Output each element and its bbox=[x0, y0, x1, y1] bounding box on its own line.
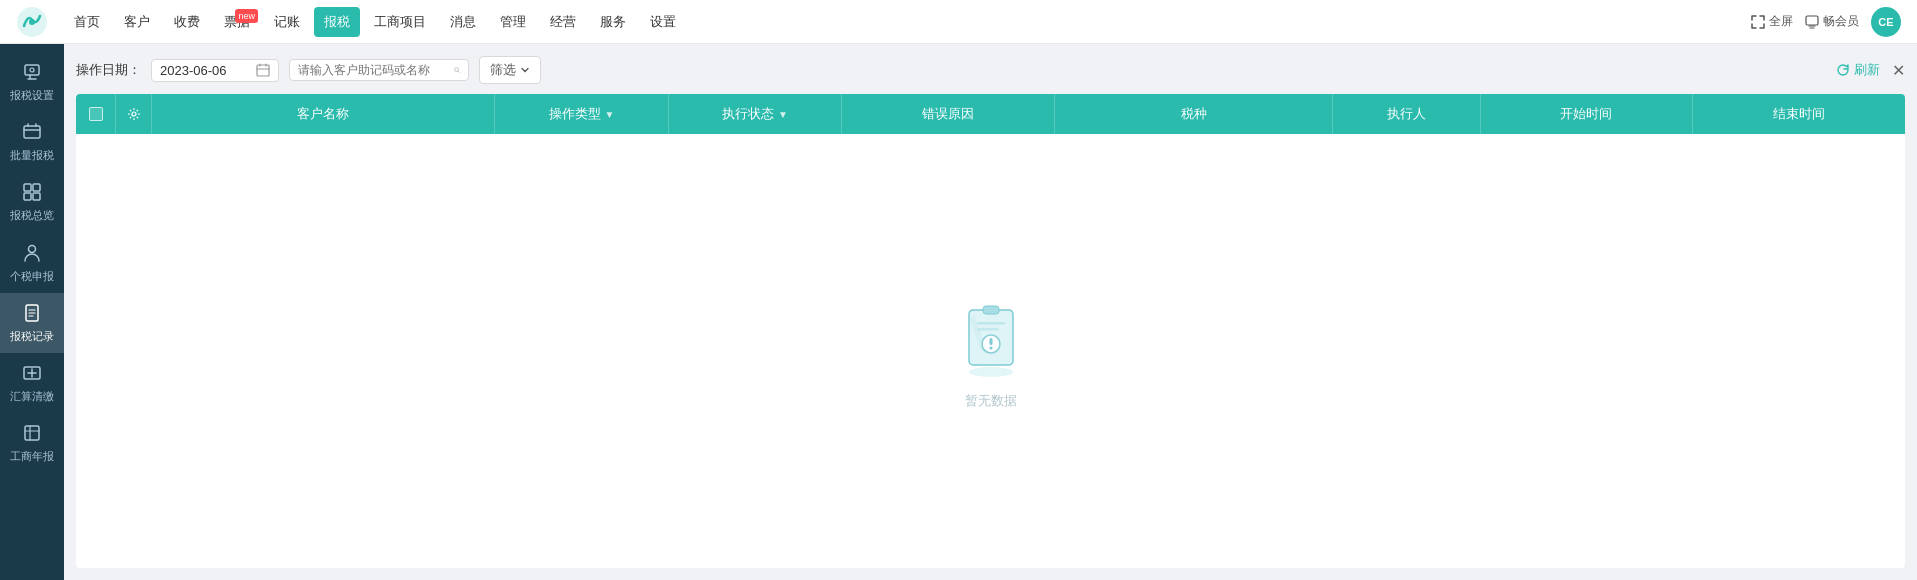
svg-point-17 bbox=[969, 367, 1013, 377]
th-operation-type[interactable]: 操作类型 ▼ bbox=[495, 94, 669, 134]
search-icon bbox=[454, 63, 460, 77]
top-navigation: 首页 客户 收费 票据 new 记账 报税 工商项目 消息 管理 经营 服务 设… bbox=[0, 0, 1917, 44]
annual-report-icon bbox=[22, 423, 42, 446]
fullscreen-button[interactable]: 全屏 bbox=[1751, 13, 1793, 30]
svg-rect-27 bbox=[989, 338, 992, 345]
nav-fee[interactable]: 收费 bbox=[164, 7, 210, 37]
batch-tax-icon bbox=[22, 122, 42, 145]
empty-text: 暂无数据 bbox=[965, 392, 1017, 410]
user-avatar[interactable]: CE bbox=[1871, 7, 1901, 37]
svg-rect-3 bbox=[25, 65, 39, 75]
sidebar-item-batch-tax[interactable]: 批量报税 bbox=[0, 112, 64, 172]
svg-rect-23 bbox=[983, 306, 999, 314]
filter-button[interactable]: 筛选 bbox=[479, 56, 541, 84]
date-picker[interactable] bbox=[151, 59, 279, 82]
sidebar-item-tax-settings[interactable]: 报税设置 bbox=[0, 52, 64, 112]
personal-tax-icon bbox=[22, 243, 42, 266]
th-exec-status[interactable]: 执行状态 ▼ bbox=[669, 94, 843, 134]
app-logo[interactable] bbox=[16, 6, 48, 38]
svg-rect-7 bbox=[33, 184, 40, 191]
sidebar-label: 汇算清缴 bbox=[10, 390, 54, 403]
sidebar-label: 报税记录 bbox=[10, 330, 54, 343]
table-header: 客户名称 操作类型 ▼ 执行状态 ▼ 错误原因 税种 执行人 bbox=[76, 94, 1905, 134]
sidebar: 报税设置 批量报税 报税总览 bbox=[0, 44, 64, 580]
sidebar-label: 报税总览 bbox=[10, 209, 54, 222]
toolbar: 操作日期： 筛选 bbox=[76, 56, 1905, 84]
settings-icon bbox=[127, 107, 141, 121]
nav-invoice[interactable]: 票据 new bbox=[214, 7, 260, 37]
main-layout: 报税设置 批量报税 报税总览 bbox=[0, 44, 1917, 580]
top-nav-right: 全屏 畅会员 CE bbox=[1751, 7, 1901, 37]
sidebar-item-settlement[interactable]: 汇算清缴 bbox=[0, 353, 64, 413]
main-menu: 首页 客户 收费 票据 new 记账 报税 工商项目 消息 管理 经营 服务 设… bbox=[64, 7, 1751, 37]
member-button[interactable]: 畅会员 bbox=[1805, 13, 1859, 30]
search-box[interactable] bbox=[289, 59, 469, 81]
nav-operation[interactable]: 经营 bbox=[540, 7, 586, 37]
sidebar-label: 批量报税 bbox=[10, 149, 54, 162]
svg-rect-25 bbox=[977, 328, 999, 331]
sidebar-label: 个税申报 bbox=[10, 270, 54, 283]
nav-client[interactable]: 客户 bbox=[114, 7, 160, 37]
svg-point-1 bbox=[29, 19, 35, 25]
fullscreen-icon bbox=[1751, 15, 1765, 29]
nav-message[interactable]: 消息 bbox=[440, 7, 486, 37]
settlement-icon bbox=[22, 363, 42, 386]
member-icon bbox=[1805, 15, 1819, 29]
sidebar-item-personal-tax[interactable]: 个税申报 bbox=[0, 233, 64, 293]
nav-business[interactable]: 工商项目 bbox=[364, 7, 436, 37]
nav-settings[interactable]: 设置 bbox=[640, 7, 686, 37]
empty-illustration bbox=[951, 292, 1031, 382]
th-start-time: 开始时间 bbox=[1481, 94, 1694, 134]
date-input[interactable] bbox=[160, 63, 250, 78]
refresh-button[interactable]: 刷新 bbox=[1836, 61, 1880, 79]
svg-rect-2 bbox=[1806, 16, 1818, 25]
svg-rect-8 bbox=[24, 193, 31, 200]
nav-bookkeeping[interactable]: 记账 bbox=[264, 7, 310, 37]
th-end-time: 结束时间 bbox=[1693, 94, 1905, 134]
nav-home[interactable]: 首页 bbox=[64, 7, 110, 37]
date-label: 操作日期： bbox=[76, 61, 141, 79]
content-area: 操作日期： 筛选 bbox=[64, 44, 1917, 580]
nav-tax[interactable]: 报税 bbox=[314, 7, 360, 37]
sidebar-label: 报税设置 bbox=[10, 89, 54, 102]
sidebar-item-annual-report[interactable]: 工商年报 bbox=[0, 413, 64, 473]
svg-rect-6 bbox=[24, 184, 31, 191]
sort-icon: ▼ bbox=[605, 109, 615, 120]
tax-records-icon bbox=[22, 303, 42, 326]
th-select-all[interactable] bbox=[76, 94, 116, 134]
sort-icon: ▼ bbox=[778, 109, 788, 120]
chevron-down-icon bbox=[520, 65, 530, 75]
sidebar-item-tax-records[interactable]: 报税记录 bbox=[0, 293, 64, 353]
svg-point-16 bbox=[132, 112, 136, 116]
th-settings[interactable] bbox=[116, 94, 152, 134]
svg-point-4 bbox=[30, 68, 34, 72]
tax-overview-icon bbox=[22, 182, 42, 205]
search-input[interactable] bbox=[298, 63, 448, 77]
svg-point-28 bbox=[989, 347, 992, 350]
svg-rect-13 bbox=[25, 426, 39, 440]
nav-management[interactable]: 管理 bbox=[490, 7, 536, 37]
tax-settings-icon bbox=[22, 62, 42, 85]
th-tax-type: 税种 bbox=[1055, 94, 1333, 134]
close-button[interactable]: ✕ bbox=[1892, 61, 1905, 80]
sidebar-label: 工商年报 bbox=[10, 450, 54, 463]
new-badge: new bbox=[235, 9, 258, 23]
calendar-icon bbox=[256, 63, 270, 77]
empty-state: 暂无数据 bbox=[931, 272, 1051, 430]
th-executor: 执行人 bbox=[1333, 94, 1480, 134]
svg-rect-5 bbox=[24, 126, 40, 138]
refresh-icon bbox=[1836, 63, 1850, 77]
svg-rect-14 bbox=[257, 65, 269, 76]
sidebar-item-tax-overview[interactable]: 报税总览 bbox=[0, 172, 64, 232]
svg-rect-24 bbox=[977, 322, 1005, 325]
svg-rect-9 bbox=[33, 193, 40, 200]
toolbar-right: 刷新 ✕ bbox=[1836, 61, 1905, 80]
th-error-reason: 错误原因 bbox=[842, 94, 1055, 134]
nav-service[interactable]: 服务 bbox=[590, 7, 636, 37]
svg-point-10 bbox=[29, 245, 36, 252]
data-table: 客户名称 操作类型 ▼ 执行状态 ▼ 错误原因 税种 执行人 bbox=[76, 94, 1905, 568]
table-body: 暂无数据 bbox=[76, 134, 1905, 568]
th-customer-name: 客户名称 bbox=[152, 94, 495, 134]
